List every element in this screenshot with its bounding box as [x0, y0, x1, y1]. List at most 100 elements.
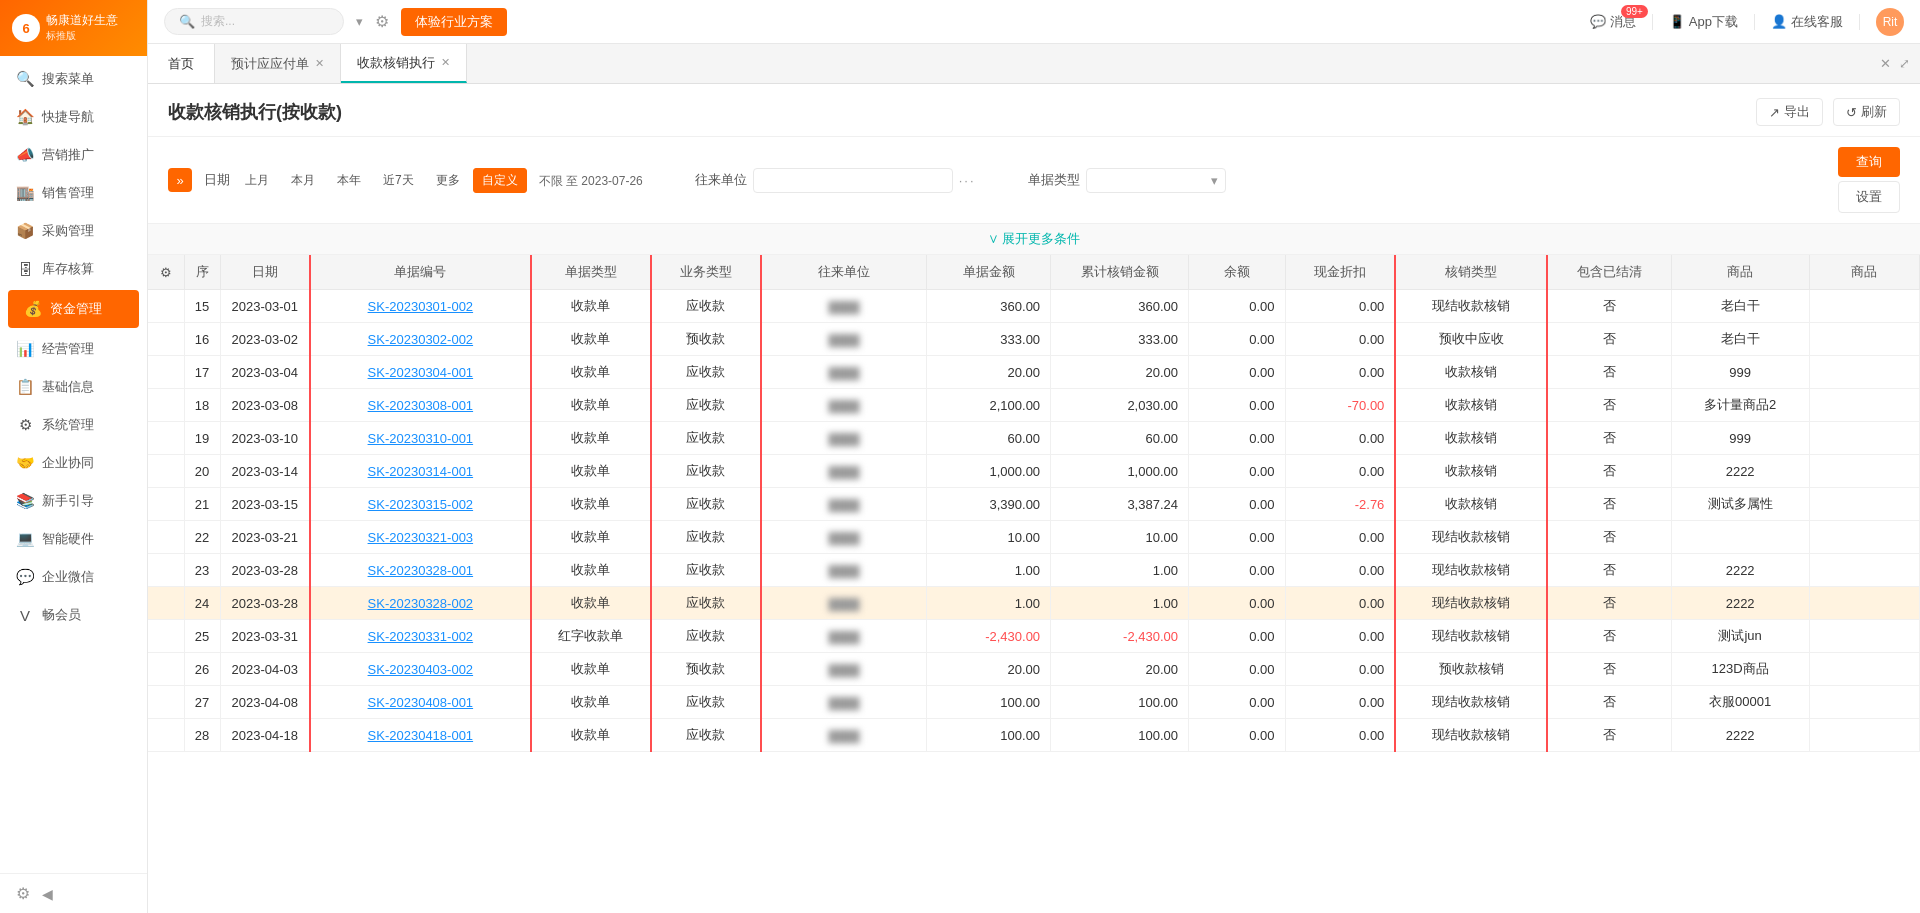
td-bill-no[interactable]: SK-20230321-003 [310, 521, 531, 554]
sales-icon: 🏬 [16, 184, 34, 202]
td-bill-no[interactable]: SK-20230331-002 [310, 620, 531, 653]
bill-type-select[interactable] [1086, 168, 1226, 193]
bill-no-link[interactable]: SK-20230328-001 [368, 563, 474, 578]
td-amount: 100.00 [926, 719, 1050, 752]
prepay-tab-close[interactable]: ✕ [315, 57, 324, 70]
sidebar-item-marketing[interactable]: 📣 营销推广 [0, 136, 147, 174]
td-bill-no[interactable]: SK-20230328-001 [310, 554, 531, 587]
collection-tab-close[interactable]: ✕ [441, 56, 450, 69]
user-avatar[interactable]: Rit [1876, 8, 1904, 36]
bill-no-link[interactable]: SK-20230315-002 [368, 497, 474, 512]
gear-icon: ⚙ [160, 265, 172, 280]
sidebar-item-sales[interactable]: 🏬 销售管理 [0, 174, 147, 212]
tab-collection[interactable]: 收款核销执行 ✕ [341, 44, 467, 83]
td-bill-no[interactable]: SK-20230304-001 [310, 356, 531, 389]
td-bill-type: 红字收款单 [531, 620, 651, 653]
sidebar-item-search[interactable]: 🔍 搜索菜单 [0, 60, 147, 98]
date-btn-this-year[interactable]: 本年 [328, 168, 370, 193]
refresh-button[interactable]: ↺ 刷新 [1833, 98, 1900, 126]
table-row: 272023-04-08SK-20230408-001收款单应收款████100… [148, 686, 1920, 719]
td-include-settled: 否 [1547, 620, 1671, 653]
gear-icon[interactable]: ⚙ [375, 12, 389, 31]
partner-label: 往来单位 [695, 171, 747, 189]
expand-more-bar[interactable]: ∨ 展开更多条件 [148, 224, 1920, 255]
sidebar-item-hardware[interactable]: 💻 智能硬件 [0, 520, 147, 558]
bill-no-link[interactable]: SK-20230328-002 [368, 596, 474, 611]
td-partner: ████ [761, 587, 927, 620]
filter-toggle-button[interactable]: » [168, 168, 192, 192]
sidebar-item-purchase[interactable]: 📦 采购管理 [0, 212, 147, 250]
td-include-settled: 否 [1547, 488, 1671, 521]
bill-no-link[interactable]: SK-20230321-003 [368, 530, 474, 545]
td-bill-no[interactable]: SK-20230302-002 [310, 323, 531, 356]
export-button[interactable]: ↗ 导出 [1756, 98, 1823, 126]
query-button[interactable]: 查询 [1838, 147, 1900, 177]
date-btn-this-month[interactable]: 本月 [282, 168, 324, 193]
setting-button[interactable]: 设置 [1838, 181, 1900, 213]
data-table: ⚙ 序 日期 单据编号 单据类型 业务类型 往来单位 单据金额 累计核销金额 余… [148, 255, 1920, 752]
app-download[interactable]: 📱 App下载 [1669, 13, 1738, 31]
td-partner: ████ [761, 653, 927, 686]
sidebar-item-basics[interactable]: 📋 基础信息 [0, 368, 147, 406]
bill-no-link[interactable]: SK-20230304-001 [368, 365, 474, 380]
bill-no-link[interactable]: SK-20230331-002 [368, 629, 474, 644]
tab-home[interactable]: 首页 [148, 44, 215, 83]
td-product: 测试多属性 [1671, 488, 1809, 521]
sidebar-item-inventory[interactable]: 🗄 库存核算 [0, 250, 147, 288]
sidebar-item-system[interactable]: ⚙ 系统管理 [0, 406, 147, 444]
td-row-num: 22 [184, 521, 220, 554]
th-gear[interactable]: ⚙ [148, 255, 184, 290]
bill-no-link[interactable]: SK-20230301-002 [368, 299, 474, 314]
close-all-icon[interactable]: ✕ [1880, 56, 1891, 71]
maximize-icon[interactable]: ⤢ [1899, 56, 1910, 71]
td-bill-no[interactable]: SK-20230418-001 [310, 719, 531, 752]
bill-no-link[interactable]: SK-20230408-001 [368, 695, 474, 710]
solution-button[interactable]: 体验行业方案 [401, 8, 507, 36]
message-badge[interactable]: 💬 消息 99+ [1590, 13, 1636, 31]
bill-no-link[interactable]: SK-20230302-002 [368, 332, 474, 347]
td-bill-no[interactable]: SK-20230403-002 [310, 653, 531, 686]
table-row: 252023-03-31SK-20230331-002红字收款单应收款████-… [148, 620, 1920, 653]
td-bill-no[interactable]: SK-20230308-001 [310, 389, 531, 422]
td-checkbox [148, 587, 184, 620]
sidebar-item-guide[interactable]: 📚 新手引导 [0, 482, 147, 520]
topbar-search-bar[interactable]: 🔍 搜索... [164, 8, 344, 35]
date-btn-last-month[interactable]: 上月 [236, 168, 278, 193]
dropdown-arrow[interactable]: ▾ [356, 14, 363, 29]
sidebar-settings-icon[interactable]: ⚙ [16, 884, 30, 903]
tab-prepay[interactable]: 预计应应付单 ✕ [215, 44, 341, 83]
date-btn-more[interactable]: 更多 [427, 168, 469, 193]
sidebar-item-quick-nav[interactable]: 🏠 快捷导航 [0, 98, 147, 136]
bill-no-link[interactable]: SK-20230418-001 [368, 728, 474, 743]
bill-no-link[interactable]: SK-20230403-002 [368, 662, 474, 677]
page-actions: ↗ 导出 ↺ 刷新 [1756, 98, 1900, 126]
td-accumulated: 20.00 [1051, 356, 1189, 389]
bill-no-link[interactable]: SK-20230308-001 [368, 398, 474, 413]
bill-no-link[interactable]: SK-20230310-001 [368, 431, 474, 446]
td-partner: ████ [761, 686, 927, 719]
sidebar-item-operations[interactable]: 📊 经营管理 [0, 330, 147, 368]
partner-input[interactable] [753, 168, 953, 193]
date-btn-7days[interactable]: 近7天 [374, 168, 423, 193]
marketing-icon: 📣 [16, 146, 34, 164]
sidebar-item-cooperation[interactable]: 🤝 企业协同 [0, 444, 147, 482]
td-bill-no[interactable]: SK-20230301-002 [310, 290, 531, 323]
td-bill-no[interactable]: SK-20230408-001 [310, 686, 531, 719]
th-amount: 单据金额 [926, 255, 1050, 290]
sidebar-item-wechat[interactable]: 💬 企业微信 [0, 558, 147, 596]
td-bill-no[interactable]: SK-20230314-001 [310, 455, 531, 488]
td-bill-no[interactable]: SK-20230315-002 [310, 488, 531, 521]
td-accumulated: 1.00 [1051, 554, 1189, 587]
date-btn-custom[interactable]: 自定义 [473, 168, 527, 193]
td-bill-no[interactable]: SK-20230310-001 [310, 422, 531, 455]
td-checkbox [148, 389, 184, 422]
sidebar-item-member[interactable]: V 畅会员 [0, 596, 147, 634]
more-dots[interactable]: ··· [959, 173, 976, 188]
online-service[interactable]: 👤 在线客服 [1771, 13, 1843, 31]
bill-no-link[interactable]: SK-20230314-001 [368, 464, 474, 479]
td-accumulated: 2,030.00 [1051, 389, 1189, 422]
sidebar-item-finance[interactable]: 💰 资金管理 [8, 290, 139, 328]
td-bill-no[interactable]: SK-20230328-002 [310, 587, 531, 620]
td-cancel-type: 现结收款核销 [1395, 620, 1547, 653]
sidebar-collapse-icon[interactable]: ◀ [42, 886, 53, 902]
